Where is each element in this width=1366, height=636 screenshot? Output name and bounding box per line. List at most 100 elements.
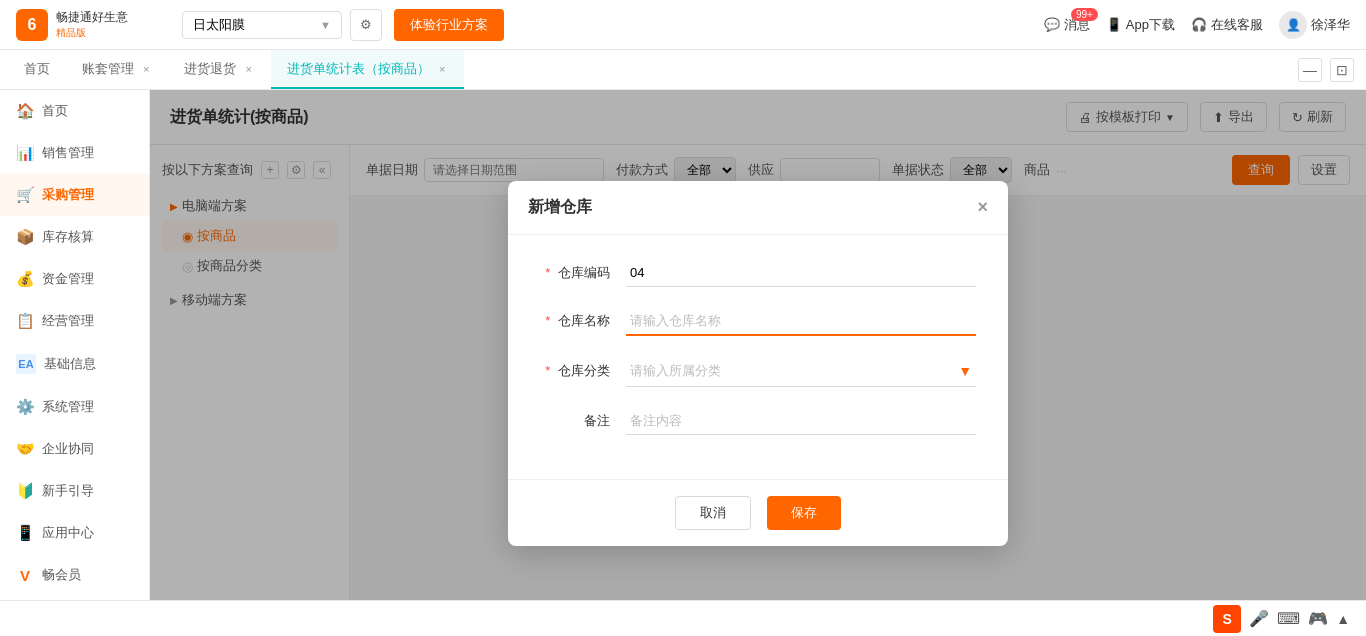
tab-maximize-btn[interactable]: ⊡ xyxy=(1330,58,1354,82)
trial-button[interactable]: 体验行业方案 xyxy=(394,9,504,41)
sidebar-item-app-center[interactable]: 📱 应用中心 xyxy=(0,512,149,554)
logo-text-block: 畅捷通好生意 精品版 xyxy=(56,9,128,40)
up-arrow-icon[interactable]: ▲ xyxy=(1336,611,1350,627)
tab-purchase-stats-close[interactable]: × xyxy=(436,62,448,76)
tab-bar-actions: — ⊡ xyxy=(1298,50,1358,89)
tab-home[interactable]: 首页 xyxy=(8,50,66,89)
headset-icon: 🎧 xyxy=(1191,17,1207,32)
online-service-item[interactable]: 🎧 在线客服 xyxy=(1191,16,1263,34)
warehouse-name-input[interactable] xyxy=(626,307,976,336)
tab-account-label: 账套管理 xyxy=(82,60,134,78)
bottom-status-bar: S 🎤 ⌨ 🎮 ▲ xyxy=(0,600,1366,636)
app-download-label: App下载 xyxy=(1126,16,1175,34)
new-warehouse-dialog: 新增仓库 × * 仓库编码 * xyxy=(508,181,1008,546)
sidebar-item-home[interactable]: 🏠 首页 xyxy=(0,90,149,132)
sidebar: 🏠 首页 📊 销售管理 🛒 采购管理 📦 库存核算 💰 资金管理 📋 经营管理 … xyxy=(0,90,150,636)
cancel-button[interactable]: 取消 xyxy=(675,496,751,530)
keyboard-icon[interactable]: ⌨ xyxy=(1277,609,1300,628)
gear-icon: ⚙ xyxy=(360,17,372,32)
warehouse-category-row: * 仓库分类 请输入所属分类 ▼ xyxy=(540,356,976,387)
logo-area: 6 畅捷通好生意 精品版 xyxy=(16,9,166,41)
category-placeholder: 请输入所属分类 xyxy=(630,362,721,380)
sidebar-item-beginner[interactable]: 🔰 新手引导 xyxy=(0,470,149,512)
phone-icon: 📱 xyxy=(1106,17,1122,32)
dialog-header: 新增仓库 × xyxy=(508,181,1008,235)
message-icon: 💬 xyxy=(1044,17,1060,32)
logo-app-name: 畅捷通好生意 xyxy=(56,9,128,26)
tab-minimize-btn[interactable]: — xyxy=(1298,58,1322,82)
tab-home-label: 首页 xyxy=(24,60,50,78)
dialog-title: 新增仓库 xyxy=(528,197,592,218)
sidebar-system-label: 系统管理 xyxy=(42,398,94,416)
system-icon: ⚙️ xyxy=(16,398,34,416)
tab-account[interactable]: 账套管理 × xyxy=(66,50,168,89)
tab-purchase-stats[interactable]: 进货单统计表（按商品） × xyxy=(271,50,464,89)
tab-account-close[interactable]: × xyxy=(140,62,152,76)
inventory-icon: 📦 xyxy=(16,228,34,246)
store-selector[interactable]: 日太阳膜 ▼ xyxy=(182,11,342,39)
gamepad-icon[interactable]: 🎮 xyxy=(1308,609,1328,628)
top-header: 6 畅捷通好生意 精品版 日太阳膜 ▼ ⚙ 体验行业方案 💬 消息 99+ 📱 … xyxy=(0,0,1366,50)
basic-info-icon: EA xyxy=(16,354,36,374)
sidebar-operation-label: 经营管理 xyxy=(42,312,94,330)
name-required-star: * xyxy=(545,313,550,328)
logo-icon: 6 xyxy=(16,9,48,41)
warehouse-category-select[interactable]: 请输入所属分类 ▼ xyxy=(626,356,976,387)
home-icon: 🏠 xyxy=(16,102,34,120)
app-download-item[interactable]: 📱 App下载 xyxy=(1106,16,1175,34)
sidebar-app-center-label: 应用中心 xyxy=(42,524,94,542)
sidebar-item-purchase[interactable]: 🛒 采购管理 xyxy=(0,174,149,216)
store-dropdown-icon: ▼ xyxy=(320,19,331,31)
category-dropdown-icon: ▼ xyxy=(958,363,972,379)
dialog-footer: 取消 保存 xyxy=(508,479,1008,546)
sidebar-purchase-label: 采购管理 xyxy=(42,186,94,204)
warehouse-name-label: * 仓库名称 xyxy=(540,312,610,330)
sidebar-item-operation[interactable]: 📋 经营管理 xyxy=(0,300,149,342)
sidebar-item-finance[interactable]: 💰 资金管理 xyxy=(0,258,149,300)
app-center-icon: 📱 xyxy=(16,524,34,542)
sidebar-inventory-label: 库存核算 xyxy=(42,228,94,246)
finance-icon: 💰 xyxy=(16,270,34,288)
sidebar-item-sales[interactable]: 📊 销售管理 xyxy=(0,132,149,174)
warehouse-name-row: * 仓库名称 xyxy=(540,307,976,336)
header-right: 💬 消息 99+ 📱 App下载 🎧 在线客服 👤 徐泽华 xyxy=(1044,11,1350,39)
sidebar-enterprise-label: 企业协同 xyxy=(42,440,94,458)
sidebar-item-system[interactable]: ⚙️ 系统管理 xyxy=(0,386,149,428)
tab-purchase-return-close[interactable]: × xyxy=(242,62,254,76)
sidebar-finance-label: 资金管理 xyxy=(42,270,94,288)
sales-icon: 📊 xyxy=(16,144,34,162)
sidebar-item-inventory[interactable]: 📦 库存核算 xyxy=(0,216,149,258)
gear-button[interactable]: ⚙ xyxy=(350,9,382,41)
sidebar-home-label: 首页 xyxy=(42,102,68,120)
sidebar-item-enterprise[interactable]: 🤝 企业协同 xyxy=(0,428,149,470)
enterprise-icon: 🤝 xyxy=(16,440,34,458)
tab-bar: 首页 账套管理 × 进货退货 × 进货单统计表（按商品） × — ⊡ xyxy=(0,50,1366,90)
sidebar-member-label: 畅会员 xyxy=(42,566,81,584)
warehouse-remark-row: 备注 xyxy=(540,407,976,435)
tab-purchase-return[interactable]: 进货退货 × xyxy=(168,50,270,89)
main-layout: 🏠 首页 📊 销售管理 🛒 采购管理 📦 库存核算 💰 资金管理 📋 经营管理 … xyxy=(0,90,1366,636)
sidebar-sales-label: 销售管理 xyxy=(42,144,94,162)
dialog-close-button[interactable]: × xyxy=(977,198,988,216)
warehouse-code-row: * 仓库编码 xyxy=(540,259,976,287)
message-badge: 99+ xyxy=(1071,8,1098,21)
sidebar-item-basic-info[interactable]: EA 基础信息 xyxy=(0,342,149,386)
s-button[interactable]: S xyxy=(1213,605,1241,633)
mic-icon[interactable]: 🎤 xyxy=(1249,609,1269,628)
save-button[interactable]: 保存 xyxy=(767,496,841,530)
content-area: 进货单统计(按商品) 🖨 按模板打印 ▼ ⬆ 导出 ↻ 刷新 xyxy=(150,90,1366,636)
member-icon: V xyxy=(16,566,34,584)
warehouse-remark-label: 备注 xyxy=(540,412,610,430)
purchase-icon: 🛒 xyxy=(16,186,34,204)
warehouse-remark-input[interactable] xyxy=(626,407,976,435)
tab-purchase-return-label: 进货退货 xyxy=(184,60,236,78)
warehouse-code-input[interactable] xyxy=(626,259,976,287)
dialog-overlay: 新增仓库 × * 仓库编码 * xyxy=(150,90,1366,636)
sidebar-item-member[interactable]: V 畅会员 xyxy=(0,554,149,596)
tab-purchase-stats-label: 进货单统计表（按商品） xyxy=(287,60,430,78)
message-item[interactable]: 💬 消息 99+ xyxy=(1044,16,1090,34)
category-required-star: * xyxy=(545,363,550,378)
dialog-body: * 仓库编码 * 仓库名称 xyxy=(508,235,1008,479)
online-service-label: 在线客服 xyxy=(1211,16,1263,34)
user-item[interactable]: 👤 徐泽华 xyxy=(1279,11,1350,39)
